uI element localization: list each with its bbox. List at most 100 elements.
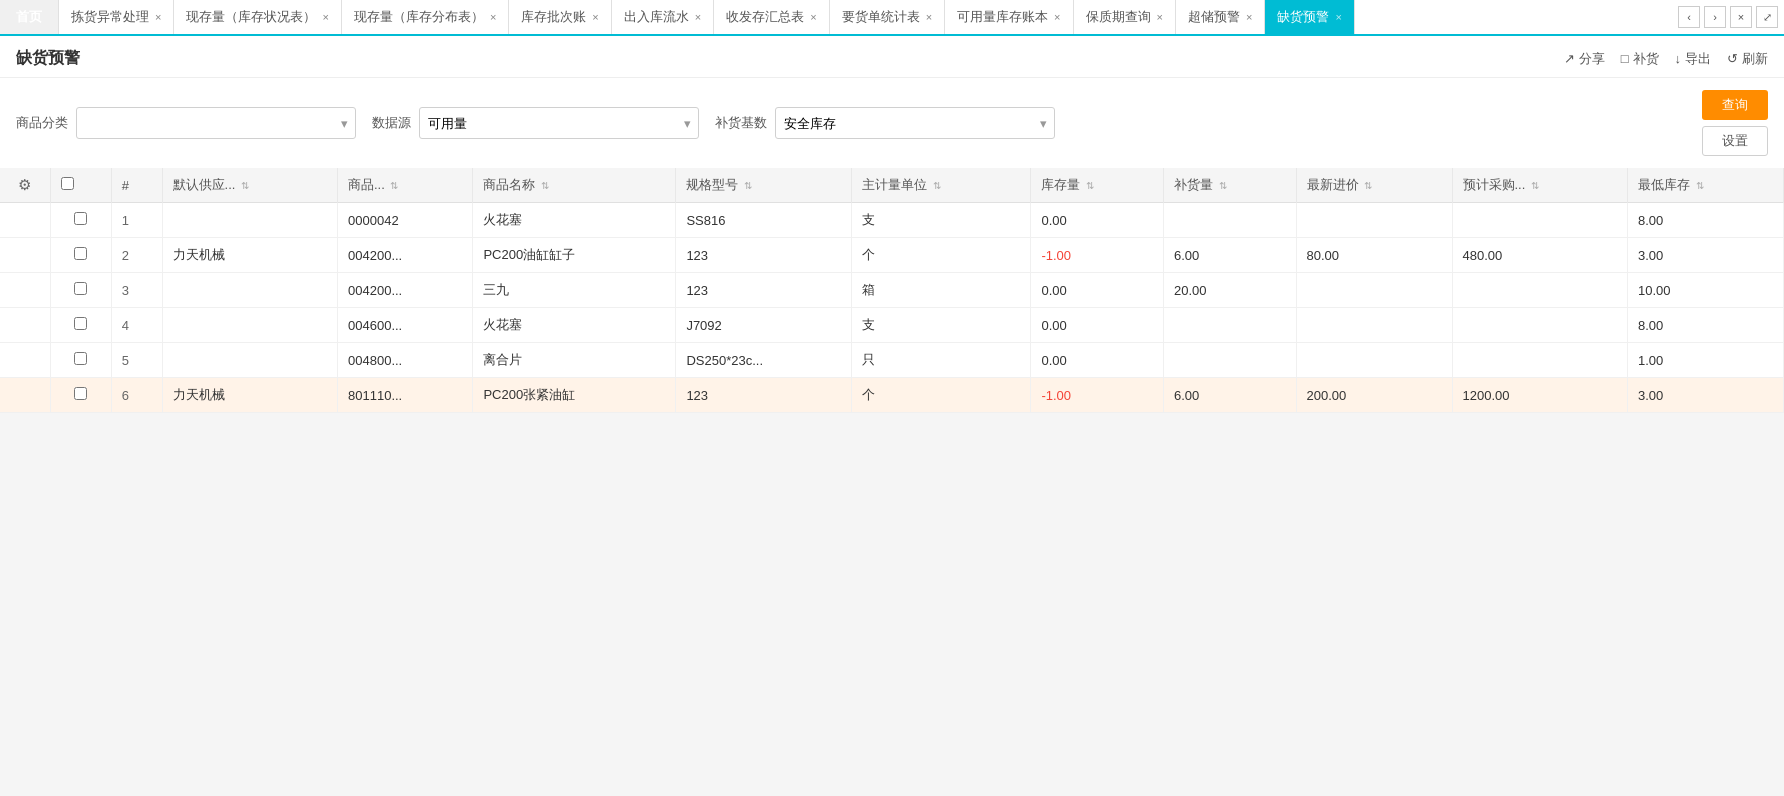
col-product-code[interactable]: 商品... ⇅ [338, 168, 473, 203]
row-supplier: 力天机械 [162, 238, 337, 273]
tab-5[interactable]: 出入库流水 × [612, 0, 714, 34]
unit-sort-icon: ⇅ [933, 180, 941, 191]
row-product-name: 火花塞 [473, 203, 676, 238]
tab-home[interactable]: 首页 [0, 0, 59, 34]
tab-10[interactable]: 超储预警 × [1176, 0, 1265, 34]
row-number: 4 [111, 308, 162, 343]
refresh-label: 刷新 [1742, 50, 1768, 68]
row-checkbox-cell [50, 343, 111, 378]
tab-11-close[interactable]: × [1335, 11, 1341, 23]
tab-8-close[interactable]: × [1054, 11, 1060, 23]
row-estimated-purchase [1452, 343, 1627, 378]
settings-button[interactable]: 设置 [1702, 126, 1768, 156]
row-product-code: 801110... [338, 378, 473, 413]
supplier-sort-icon: ⇅ [241, 180, 249, 191]
row-product-code: 004200... [338, 238, 473, 273]
tab-5-close[interactable]: × [695, 11, 701, 23]
row-spec: 123 [676, 238, 852, 273]
row-stock-qty: 0.00 [1031, 273, 1164, 308]
tab-expand-btn[interactable]: ⤢ [1756, 6, 1778, 28]
replenish-qty-sort-icon: ⇅ [1219, 180, 1227, 191]
main-content: 缺货预警 ↗ 分享 □ 补货 ↓ 导出 ↺ 刷新 商品分类 [0, 36, 1784, 413]
row-checkbox[interactable] [74, 282, 87, 295]
tab-8[interactable]: 可用量库存账本 × [945, 0, 1073, 34]
row-checkbox[interactable] [74, 352, 87, 365]
share-button[interactable]: ↗ 分享 [1564, 50, 1605, 68]
replenish-button[interactable]: □ 补货 [1621, 50, 1659, 68]
refresh-button[interactable]: ↺ 刷新 [1727, 50, 1768, 68]
tab-next-btn[interactable]: › [1704, 6, 1726, 28]
col-gear: ⚙ [0, 168, 50, 203]
row-stock-qty: 0.00 [1031, 343, 1164, 378]
replenish-base-filter: 补货基数 安全库存 [715, 107, 1055, 139]
row-unit: 个 [852, 238, 1031, 273]
replenish-label: 补货 [1633, 50, 1659, 68]
row-latest-price [1296, 343, 1452, 378]
table-row: 6 力天机械 801110... PC200张紧油缸 123 个 -1.00 6… [0, 378, 1784, 413]
datasource-label: 数据源 [372, 114, 411, 132]
row-checkbox[interactable] [74, 387, 87, 400]
table-header-row: ⚙ # 默认供应... ⇅ 商品... ⇅ [0, 168, 1784, 203]
datasource-select[interactable]: 可用量 [419, 107, 699, 139]
row-spec: 123 [676, 378, 852, 413]
col-min-stock[interactable]: 最低库存 ⇅ [1627, 168, 1783, 203]
tab-close-all-btn[interactable]: × [1730, 6, 1752, 28]
tab-9-close[interactable]: × [1157, 11, 1163, 23]
row-stock-qty: -1.00 [1031, 238, 1164, 273]
tab-prev-btn[interactable]: ‹ [1678, 6, 1700, 28]
row-min-stock: 8.00 [1627, 308, 1783, 343]
tab-9[interactable]: 保质期查询 × [1074, 0, 1176, 34]
tab-3-close[interactable]: × [490, 11, 496, 23]
row-latest-price: 200.00 [1296, 378, 1452, 413]
row-latest-price [1296, 203, 1452, 238]
query-button[interactable]: 查询 [1702, 90, 1768, 120]
tab-2[interactable]: 现存量（库存状况表） × [174, 0, 341, 34]
tab-3[interactable]: 现存量（库存分布表） × [342, 0, 509, 34]
row-product-name: PC200张紧油缸 [473, 378, 676, 413]
tab-1-close[interactable]: × [155, 11, 161, 23]
datasource-filter: 数据源 可用量 [372, 107, 699, 139]
row-replenish-qty [1164, 308, 1297, 343]
replenish-icon: □ [1621, 51, 1629, 66]
row-checkbox[interactable] [74, 247, 87, 260]
row-checkbox[interactable] [74, 212, 87, 225]
col-supplier[interactable]: 默认供应... ⇅ [162, 168, 337, 203]
tab-6-close[interactable]: × [810, 11, 816, 23]
tab-11[interactable]: 缺货预警 × [1265, 0, 1354, 34]
row-min-stock: 8.00 [1627, 203, 1783, 238]
export-button[interactable]: ↓ 导出 [1675, 50, 1712, 68]
spec-sort-icon: ⇅ [744, 180, 752, 191]
tab-6[interactable]: 收发存汇总表 × [714, 0, 829, 34]
gear-icon[interactable]: ⚙ [18, 176, 31, 194]
col-estimated-purchase[interactable]: 预计采购... ⇅ [1452, 168, 1627, 203]
row-replenish-qty [1164, 203, 1297, 238]
row-spec: SS816 [676, 203, 852, 238]
tab-1[interactable]: 拣货异常处理 × [59, 0, 174, 34]
tab-4-close[interactable]: × [592, 11, 598, 23]
category-select[interactable] [76, 107, 356, 139]
tab-7[interactable]: 要货单统计表 × [830, 0, 945, 34]
tab-4[interactable]: 库存批次账 × [509, 0, 611, 34]
tab-bar: 首页 拣货异常处理 × 现存量（库存状况表） × 现存量（库存分布表） × 库存… [0, 0, 1784, 36]
row-product-code: 004800... [338, 343, 473, 378]
select-all-checkbox[interactable] [61, 177, 74, 190]
product-code-sort-icon: ⇅ [390, 180, 398, 191]
row-supplier [162, 308, 337, 343]
col-replenish-qty[interactable]: 补货量 ⇅ [1164, 168, 1297, 203]
col-latest-price[interactable]: 最新进价 ⇅ [1296, 168, 1452, 203]
col-stock-qty[interactable]: 库存量 ⇅ [1031, 168, 1164, 203]
col-spec[interactable]: 规格型号 ⇅ [676, 168, 852, 203]
col-unit[interactable]: 主计量单位 ⇅ [852, 168, 1031, 203]
table-wrapper: ⚙ # 默认供应... ⇅ 商品... ⇅ [0, 168, 1784, 413]
tab-7-close[interactable]: × [926, 11, 932, 23]
row-stock-qty: 0.00 [1031, 308, 1164, 343]
col-product-name[interactable]: 商品名称 ⇅ [473, 168, 676, 203]
tab-10-close[interactable]: × [1246, 11, 1252, 23]
replenish-select[interactable]: 安全库存 [775, 107, 1055, 139]
tab-2-close[interactable]: × [322, 11, 328, 23]
row-checkbox[interactable] [74, 317, 87, 330]
tab-home-label: 首页 [16, 8, 42, 26]
latest-price-sort-icon: ⇅ [1364, 180, 1372, 191]
row-product-code: 004600... [338, 308, 473, 343]
row-checkbox-cell [50, 273, 111, 308]
